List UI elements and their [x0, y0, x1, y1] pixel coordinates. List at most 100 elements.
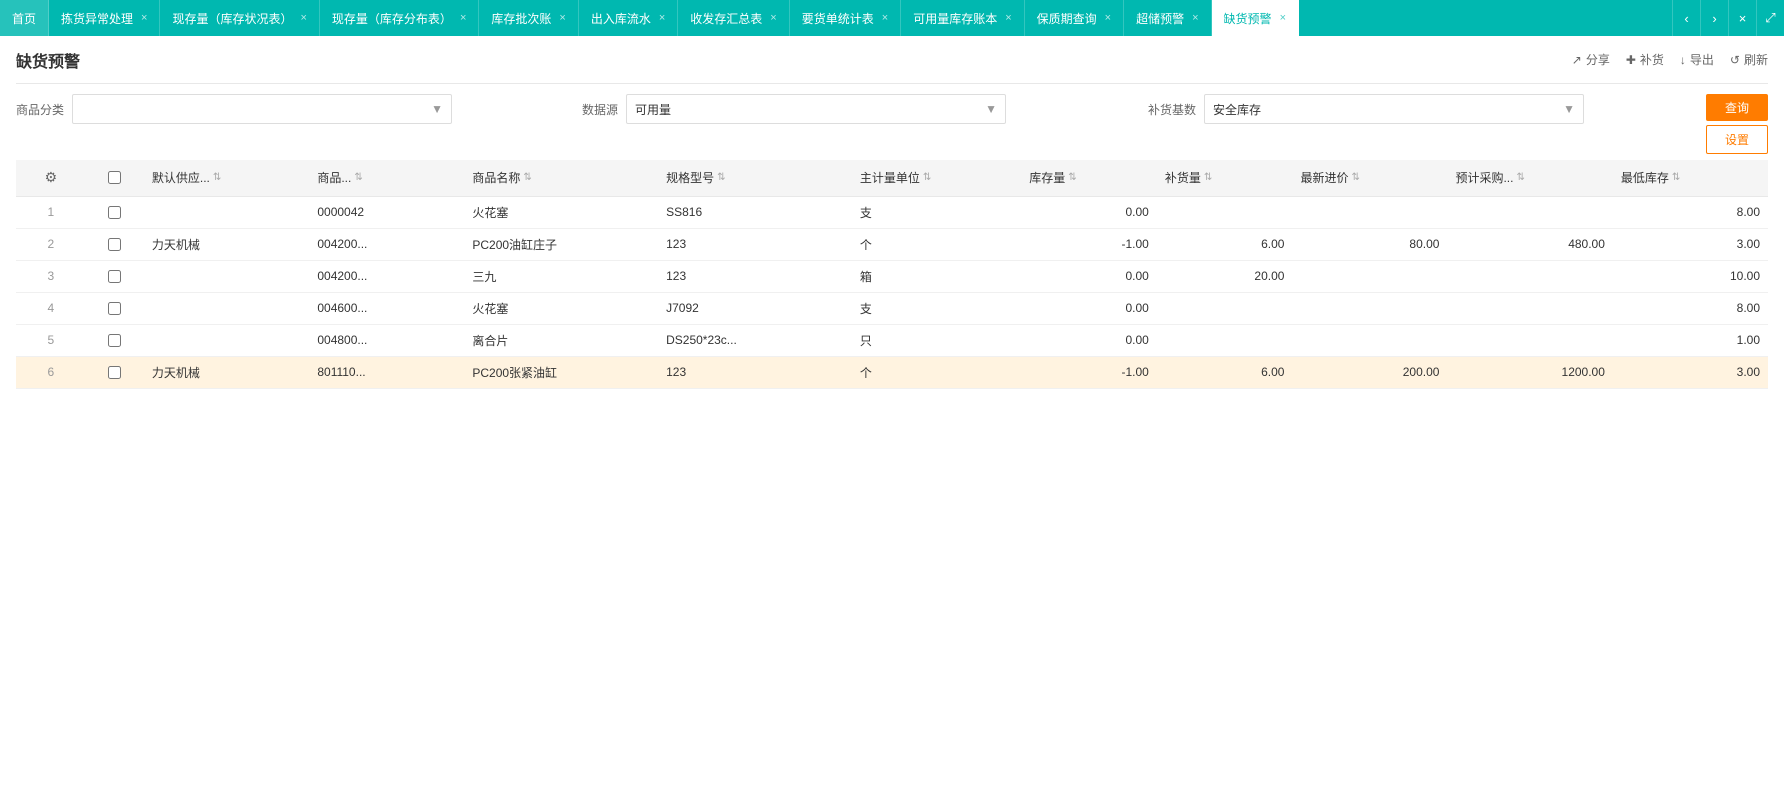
row-checkbox[interactable]: [108, 302, 121, 315]
row-spec: 123: [658, 228, 852, 260]
row-index: 3: [16, 260, 86, 292]
nav-tab-4[interactable]: 库存批次账 ×: [479, 0, 578, 36]
th-stock[interactable]: 库存量 ⇅: [1021, 160, 1157, 196]
export-icon: ↓: [1680, 53, 1686, 67]
nav-tab-home[interactable]: 首页: [0, 0, 49, 36]
nav-tab-6[interactable]: 收发存汇总表 ×: [678, 0, 789, 36]
nav-tab-11[interactable]: 缺货预警 ×: [1212, 0, 1299, 36]
row-replenish: 20.00: [1157, 260, 1293, 292]
row-replenish: [1157, 196, 1293, 228]
refresh-button[interactable]: ↺ 刷新: [1730, 51, 1768, 68]
unit-sort-icon: ⇅: [923, 172, 931, 183]
nav-tab-10-close[interactable]: ×: [1192, 12, 1198, 24]
nav-tab-2[interactable]: 现存量（库存状况表） ×: [160, 0, 319, 36]
row-checkbox-cell[interactable]: [86, 292, 144, 324]
row-stock: -1.00: [1021, 356, 1157, 388]
row-checkbox-cell[interactable]: [86, 356, 144, 388]
nav-tab-6-label: 收发存汇总表: [690, 10, 762, 27]
nav-tab-4-close[interactable]: ×: [559, 12, 565, 24]
row-supplier: [144, 196, 309, 228]
th-price[interactable]: 最新进价 ⇅: [1292, 160, 1447, 196]
th-code[interactable]: 商品... ⇅: [309, 160, 464, 196]
replenish-label: 补货: [1640, 51, 1664, 68]
row-checkbox[interactable]: [108, 366, 121, 379]
datasource-select[interactable]: 可用量 ▼: [626, 94, 1006, 124]
row-index: 5: [16, 324, 86, 356]
row-code: 004800...: [309, 324, 464, 356]
nav-tab-5[interactable]: 出入库流水 ×: [579, 0, 678, 36]
row-checkbox-cell[interactable]: [86, 228, 144, 260]
basis-value: 安全库存: [1213, 101, 1261, 118]
table-body: 1 0000042 火花塞 SS816 支 0.00 8.00 2 力天机械 0…: [16, 196, 1768, 388]
nav-tab-3-close[interactable]: ×: [460, 12, 466, 24]
th-name[interactable]: 商品名称 ⇅: [464, 160, 658, 196]
row-price: 200.00: [1292, 356, 1447, 388]
th-purchase[interactable]: 预计采购... ⇅: [1447, 160, 1612, 196]
row-checkbox[interactable]: [108, 238, 121, 251]
nav-controls: ‹ › × ⤢: [1672, 0, 1784, 36]
row-checkbox-cell[interactable]: [86, 260, 144, 292]
purchase-sort-icon: ⇅: [1516, 172, 1524, 183]
nav-tab-11-close[interactable]: ×: [1280, 12, 1286, 24]
select-all-checkbox[interactable]: [108, 171, 121, 184]
row-unit: 支: [852, 196, 1021, 228]
nav-close-btn[interactable]: ×: [1728, 0, 1756, 36]
basis-select[interactable]: 安全库存 ▼: [1204, 94, 1584, 124]
row-spec: 123: [658, 260, 852, 292]
th-min-stock-label: 最低库存: [1621, 169, 1669, 186]
nav-tab-10[interactable]: 超储预警 ×: [1124, 0, 1211, 36]
row-index: 4: [16, 292, 86, 324]
export-button[interactable]: ↓ 导出: [1680, 51, 1714, 68]
nav-tab-7-close[interactable]: ×: [882, 12, 888, 24]
row-checkbox[interactable]: [108, 334, 121, 347]
th-min-stock[interactable]: 最低库存 ⇅: [1613, 160, 1768, 196]
nav-tab-1[interactable]: 拣货异常处理 ×: [49, 0, 160, 36]
nav-tab-9[interactable]: 保质期查询 ×: [1025, 0, 1124, 36]
replenish-button[interactable]: ✚ 补货: [1626, 51, 1664, 68]
nav-tab-8-label: 可用量库存账本: [913, 10, 997, 27]
th-checkbox[interactable]: [86, 160, 144, 196]
replenish-icon: ✚: [1626, 53, 1636, 67]
row-name: 火花塞: [464, 196, 658, 228]
row-code: 004600...: [309, 292, 464, 324]
price-sort-icon: ⇅: [1351, 172, 1359, 183]
row-checkbox-cell[interactable]: [86, 196, 144, 228]
row-checkbox-cell[interactable]: [86, 324, 144, 356]
nav-tab-8[interactable]: 可用量库存账本 ×: [901, 0, 1024, 36]
row-purchase: 480.00: [1447, 228, 1612, 260]
row-name: 火花塞: [464, 292, 658, 324]
nav-tab-6-close[interactable]: ×: [770, 12, 776, 24]
nav-tab-10-label: 超储预警: [1136, 10, 1184, 27]
table-row: 1 0000042 火花塞 SS816 支 0.00 8.00: [16, 196, 1768, 228]
settings-button[interactable]: 设置: [1706, 125, 1768, 154]
row-name: 三九: [464, 260, 658, 292]
nav-tab-8-close[interactable]: ×: [1005, 12, 1011, 24]
th-supplier[interactable]: 默认供应... ⇅: [144, 160, 309, 196]
th-gear[interactable]: ⚙: [16, 160, 86, 196]
th-unit[interactable]: 主计量单位 ⇅: [852, 160, 1021, 196]
nav-next-btn[interactable]: ›: [1700, 0, 1728, 36]
th-spec[interactable]: 规格型号 ⇅: [658, 160, 852, 196]
row-purchase: [1447, 260, 1612, 292]
row-purchase: [1447, 324, 1612, 356]
category-select[interactable]: ▼: [72, 94, 452, 124]
row-stock: 0.00: [1021, 196, 1157, 228]
share-button[interactable]: ↗ 分享: [1572, 51, 1610, 68]
nav-tab-7[interactable]: 要货单统计表 ×: [790, 0, 901, 36]
nav-expand-btn[interactable]: ⤢: [1756, 0, 1784, 36]
nav-prev-btn[interactable]: ‹: [1672, 0, 1700, 36]
nav-tab-3[interactable]: 现存量（库存分布表） ×: [320, 0, 479, 36]
query-button[interactable]: 查询: [1706, 94, 1768, 121]
th-replenish[interactable]: 补货量 ⇅: [1157, 160, 1293, 196]
row-price: [1292, 196, 1447, 228]
nav-tab-9-close[interactable]: ×: [1105, 12, 1111, 24]
row-min-stock: 10.00: [1613, 260, 1768, 292]
row-checkbox[interactable]: [108, 206, 121, 219]
share-label: 分享: [1586, 51, 1610, 68]
row-checkbox[interactable]: [108, 270, 121, 283]
nav-tab-2-close[interactable]: ×: [300, 12, 306, 24]
th-spec-label: 规格型号: [666, 169, 714, 186]
nav-tab-5-close[interactable]: ×: [659, 12, 665, 24]
nav-tab-11-label: 缺货预警: [1224, 10, 1272, 27]
nav-tab-1-close[interactable]: ×: [141, 12, 147, 24]
